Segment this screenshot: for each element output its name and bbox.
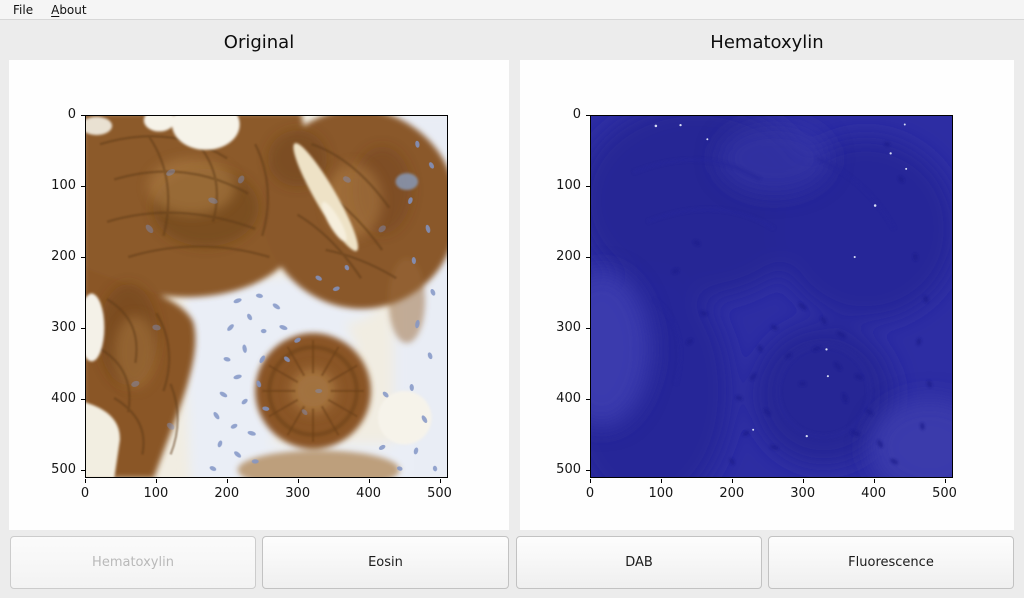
dab-button[interactable]: DAB bbox=[516, 536, 762, 589]
eosin-button[interactable]: Eosin bbox=[262, 536, 509, 589]
tick-label: 400 bbox=[556, 390, 581, 406]
tick-label: 500 bbox=[427, 486, 452, 501]
hematoxylin-button[interactable]: Hematoxylin bbox=[10, 536, 256, 589]
menu-bar: File About bbox=[0, 0, 1024, 20]
original-image bbox=[85, 115, 448, 478]
tick-label: 200 bbox=[51, 248, 76, 264]
hematoxylin-panel: 0 100 200 300 400 500 0 100 200 300 400 500 bbox=[520, 60, 1014, 530]
tick-label: 100 bbox=[556, 177, 581, 193]
tick-label: 100 bbox=[648, 486, 674, 501]
tick-label: 0 bbox=[67, 107, 76, 122]
hematoxylin-y-axis: 0 100 200 300 400 500 bbox=[520, 107, 590, 478]
tick-label: 300 bbox=[285, 486, 311, 501]
hematoxylin-panel-title: Hematoxylin bbox=[710, 32, 824, 53]
tick-label: 100 bbox=[51, 177, 76, 193]
tick-label: 200 bbox=[719, 486, 745, 501]
tick-label: 0 bbox=[80, 486, 90, 501]
tick-label: 500 bbox=[932, 486, 957, 501]
original-x-axis: 0 100 200 300 400 500 bbox=[81, 479, 452, 505]
hematoxylin-x-axis: 0 100 200 300 400 500 bbox=[586, 479, 957, 505]
menu-item-file[interactable]: File bbox=[7, 1, 39, 19]
tick-label: 300 bbox=[790, 486, 816, 501]
menu-item-about[interactable]: About bbox=[45, 1, 93, 19]
tick-label: 0 bbox=[572, 107, 581, 122]
tick-label: 400 bbox=[51, 390, 76, 406]
tick-label: 500 bbox=[556, 461, 581, 477]
tick-label: 200 bbox=[214, 486, 240, 501]
fluorescence-button[interactable]: Fluorescence bbox=[768, 536, 1014, 589]
original-panel-title: Original bbox=[223, 32, 295, 53]
original-panel: 0 100 200 300 400 500 0 100 200 300 400 500 bbox=[9, 60, 509, 530]
tick-label: 400 bbox=[861, 486, 887, 501]
tick-label: 0 bbox=[585, 486, 595, 501]
tick-label: 500 bbox=[51, 461, 76, 477]
tick-label: 300 bbox=[51, 319, 76, 335]
hematoxylin-image bbox=[590, 115, 953, 478]
original-y-axis: 0 100 200 300 400 500 bbox=[9, 107, 85, 478]
tick-label: 200 bbox=[556, 248, 581, 264]
tick-label: 400 bbox=[356, 486, 382, 501]
tick-label: 300 bbox=[556, 319, 581, 335]
tick-label: 100 bbox=[143, 486, 169, 501]
